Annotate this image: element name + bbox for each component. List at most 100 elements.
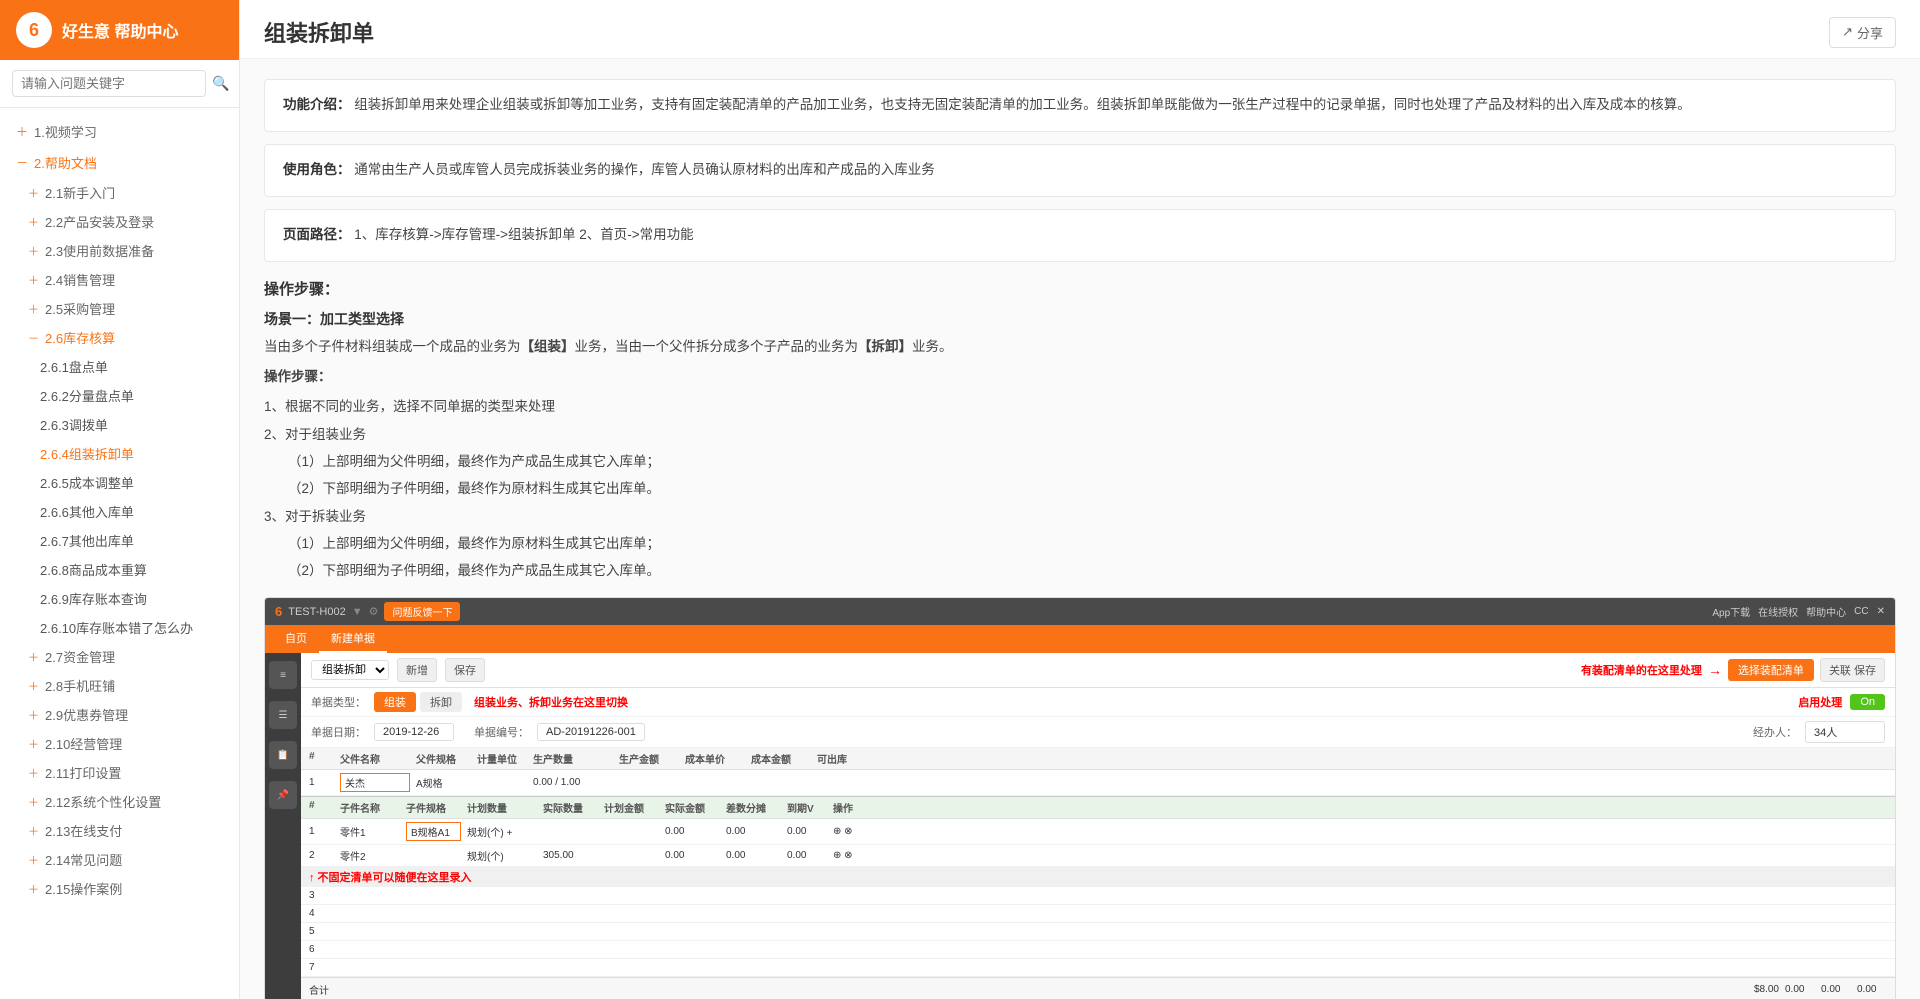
- sidebar-item-label: 2.3使用前数据准备: [45, 241, 154, 260]
- sidebar-item-cases[interactable]: ＋ 2.15操作案例: [0, 874, 239, 903]
- sidebar-item-coupon[interactable]: ＋ 2.9优惠券管理: [0, 700, 239, 729]
- ss-annotation-enable: 启用处理: [1798, 694, 1842, 710]
- sidebar-item-customize[interactable]: ＋ 2.12系统个性化设置: [0, 787, 239, 816]
- ss-save-btn[interactable]: 保存: [445, 658, 485, 682]
- sidebar-item-label: 2.12系统个性化设置: [45, 792, 161, 811]
- ss-tab-new[interactable]: 新建单据: [319, 625, 387, 653]
- ss-nav-app-download[interactable]: App下载: [1712, 604, 1750, 619]
- ss-b-row3-num: 3: [309, 890, 334, 901]
- search-input[interactable]: [12, 70, 206, 97]
- plus-icon-sub: ＋: [28, 794, 39, 810]
- ss-enable-toggle[interactable]: On: [1850, 694, 1885, 710]
- ss-nav-auth[interactable]: 在线授权: [1758, 604, 1798, 619]
- sidebar-item-2-6-2[interactable]: 2.6.2分量盘点单: [0, 381, 239, 410]
- sidebar-item-2-6-3[interactable]: 2.6.3调拨单: [0, 410, 239, 439]
- minus-icon: －: [16, 154, 28, 171]
- sub-steps-zuzhuang: （1）上部明细为父件明细，最终作为产成品生成其它入库单； （2）下部明细为子件明…: [264, 450, 1896, 502]
- ss-b-row2-diff: 0.00: [726, 850, 781, 861]
- sub-steps-chazhuang: （1）上部明细为父件明细，最终作为原材料生成其它出库单； （2）下部明细为子件明…: [264, 532, 1896, 584]
- ss-person-input[interactable]: 34人: [1805, 721, 1885, 743]
- ss-date-input[interactable]: 2019-12-26: [374, 723, 454, 741]
- sidebar-item-2-6-1[interactable]: 2.6.1盘点单: [0, 352, 239, 381]
- sidebar-item-2-6-6[interactable]: 2.6.6其他入库单: [0, 497, 239, 526]
- sidebar-item-label: 2.10经营管理: [45, 734, 122, 753]
- ss-table-row-b-3: 3: [301, 887, 1895, 905]
- ss-col-b-spec: 子件规格: [406, 800, 461, 815]
- plus-icon-sub: ＋: [28, 852, 39, 868]
- plus-icon-sub: ＋: [28, 736, 39, 752]
- ss-nav-help[interactable]: 帮助中心: [1806, 604, 1846, 619]
- sidebar-item-2-6-4[interactable]: 2.6.4组装拆卸单: [0, 439, 239, 468]
- ss-num-input[interactable]: AD-20191226-001: [537, 723, 645, 741]
- step-1: 1、根据不同的业务，选择不同单据的类型来处理: [264, 395, 1896, 419]
- sidebar-item-newbie[interactable]: ＋ 2.1新手入门: [0, 178, 239, 207]
- plus-icon: ＋: [16, 123, 28, 140]
- search-icon[interactable]: 🔍: [212, 75, 229, 92]
- ss-new-btn[interactable]: 新增: [397, 658, 437, 682]
- plus-icon-sub: ＋: [28, 243, 39, 259]
- sidebar-item-label: 2.11打印设置: [45, 763, 121, 782]
- ss-topbar-left: 6 TEST-H002 ▼ ⚙ 问题反馈一下: [275, 602, 460, 621]
- sidebar-item-2-6-9[interactable]: 2.6.9库存账本查询: [0, 584, 239, 613]
- ss-footer-spacer: 合计: [309, 982, 1748, 997]
- search-box: 🔍: [0, 60, 239, 108]
- main-header: 组装拆卸单 ↗ 分享: [240, 0, 1920, 59]
- sidebar-title: 好生意 帮助中心: [62, 18, 178, 42]
- ss-feedback-badge[interactable]: 问题反馈一下: [384, 602, 460, 621]
- sidebar-item-purchase[interactable]: ＋ 2.5采购管理: [0, 294, 239, 323]
- info-text-role: 通常由生产人员或库管人员完成拆装业务的操作，库管人员确认原材料的出库和产成品的入…: [354, 162, 935, 177]
- sidebar-item-2-6-8[interactable]: 2.6.8商品成本重算: [0, 555, 239, 584]
- ss-tab-chaxie[interactable]: 拆卸: [420, 692, 462, 712]
- ss-left-nav-icon-4[interactable]: 📌: [269, 781, 297, 809]
- ss-col-b-amt-plan: 计划金额: [604, 800, 659, 815]
- sidebar-item-mgmt[interactable]: ＋ 2.10经营管理: [0, 729, 239, 758]
- sidebar-item-label: 2.8手机旺铺: [45, 676, 115, 695]
- info-block-intro: 功能介绍： 组装拆卸单用来处理企业组装或拆卸等加工业务，支持有固定装配清单的产品…: [264, 79, 1896, 132]
- sidebar-item-inventory[interactable]: － 2.6库存核算: [0, 323, 239, 352]
- sidebar-item-label: 2.2产品安装及登录: [45, 212, 154, 231]
- sidebar-item-sales[interactable]: ＋ 2.4销售管理: [0, 265, 239, 294]
- ss-left-nav-icon-2[interactable]: ☰: [269, 701, 297, 729]
- ss-left-nav-icon-1[interactable]: ≡: [269, 661, 297, 689]
- ss-select-bom-btn[interactable]: 选择装配清单: [1728, 659, 1814, 681]
- ss-close-icon[interactable]: ✕: [1877, 606, 1885, 617]
- sidebar-item-finance[interactable]: ＋ 2.7资金管理: [0, 642, 239, 671]
- ss-type-select[interactable]: 组装拆卸: [311, 660, 389, 680]
- ss-table-header-bottom: # 子件名称 子件规格 计划数量 实际数量 计划金额 实际金额 差数分摊 到期V…: [301, 796, 1895, 819]
- scene-title: 场景一：加工类型选择: [264, 309, 1896, 329]
- ss-b-row1-name: 零件1: [340, 824, 400, 839]
- ss-tab-zuzhuang[interactable]: 组装: [374, 692, 416, 712]
- ss-table-row-b-5: 5: [301, 923, 1895, 941]
- ss-col-parent-spec: 父件规格: [416, 751, 471, 766]
- ss-b-row1-diff: 0.00: [726, 826, 781, 837]
- sidebar-item-payment[interactable]: ＋ 2.13在线支付: [0, 816, 239, 845]
- main-area: 组装拆卸单 ↗ 分享 功能介绍： 组装拆卸单用来处理企业组装或拆卸等加工业务，支…: [240, 0, 1920, 999]
- ss-table-bottom-container: 1 零件1 B规格A1 规划(个) + 0.00 0.00 0.00 ⊕ ⊗: [301, 819, 1895, 977]
- sidebar-item-label: 1.视频学习: [34, 122, 97, 141]
- sidebar-item-data-prep[interactable]: ＋ 2.3使用前数据准备: [0, 236, 239, 265]
- share-button[interactable]: ↗ 分享: [1829, 17, 1896, 48]
- ss-save-sure-btn[interactable]: 关联 保存: [1820, 658, 1885, 682]
- ss-person-label: 经办人：: [1753, 724, 1797, 740]
- sidebar-item-2-6-5[interactable]: 2.6.5成本调整单: [0, 468, 239, 497]
- sidebar-item-print[interactable]: ＋ 2.11打印设置: [0, 758, 239, 787]
- sidebar-item-2-6-10[interactable]: 2.6.10库存账本错了怎么办: [0, 613, 239, 642]
- ss-table-row-top-1: 1 关杰 A规格 0.00 / 1.00: [301, 770, 1895, 796]
- sidebar-item-2-6-7[interactable]: 2.6.7其他出库单: [0, 526, 239, 555]
- ss-table-row-b-6: 6: [301, 941, 1895, 959]
- ss-nav-cc[interactable]: CC: [1854, 606, 1868, 617]
- sidebar-item-install[interactable]: ＋ 2.2产品安装及登录: [0, 207, 239, 236]
- info-label-path: 页面路径：: [283, 227, 351, 242]
- sidebar-item-faq[interactable]: ＋ 2.14常见问题: [0, 845, 239, 874]
- ss-date-label: 单据日期：: [311, 724, 366, 740]
- sidebar: 6 好生意 帮助中心 🔍 ＋ 1.视频学习 － 2.帮助文档 ＋ 2.1新手入门…: [0, 0, 240, 999]
- ss-table-row-b-4: 4: [301, 905, 1895, 923]
- sidebar-item-docs[interactable]: － 2.帮助文档: [0, 147, 239, 178]
- share-icon: ↗: [1842, 24, 1853, 40]
- ss-tab-home[interactable]: 自页: [273, 625, 319, 653]
- sidebar-item-label: 2.15操作案例: [45, 879, 122, 898]
- ss-left-nav-icon-3[interactable]: 📋: [269, 741, 297, 769]
- sidebar-item-video[interactable]: ＋ 1.视频学习: [0, 116, 239, 147]
- ss-annotation-middle: 组装业务、拆卸业务在这里切换: [474, 694, 628, 710]
- sidebar-item-mobile[interactable]: ＋ 2.8手机旺铺: [0, 671, 239, 700]
